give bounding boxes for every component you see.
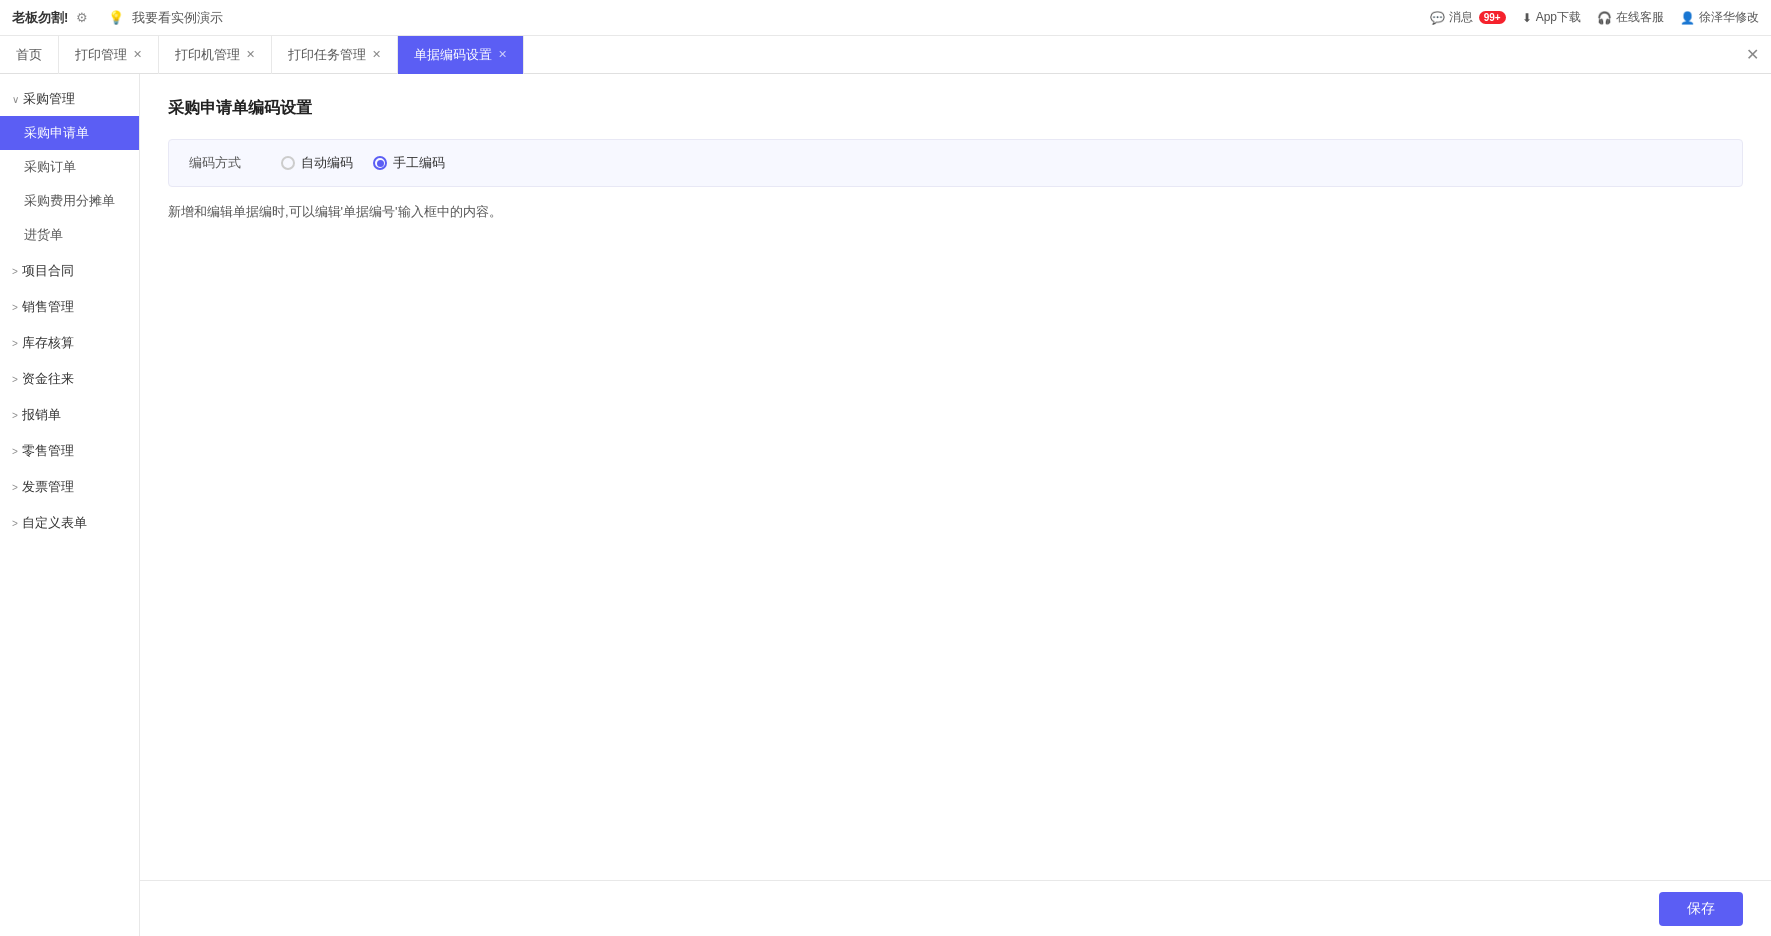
app-download-nav[interactable]: ⬇ App下载 — [1522, 9, 1581, 26]
sidebar-group-expense-title[interactable]: > 报销单 — [0, 398, 139, 432]
expense-group-label: 报销单 — [22, 406, 61, 424]
sales-group-arrow: > — [12, 302, 18, 313]
message-label: 消息 — [1449, 9, 1473, 26]
radio-auto-circle — [281, 156, 295, 170]
finance-group-label: 资金往来 — [22, 370, 74, 388]
invoice-group-arrow: > — [12, 482, 18, 493]
tab-home[interactable]: 首页 — [0, 36, 59, 74]
demo-icon: 💡 — [108, 10, 124, 25]
user-avatar-icon: 👤 — [1680, 11, 1695, 25]
sidebar-group-finance-title[interactable]: > 资金往来 — [0, 362, 139, 396]
radio-auto-encode[interactable]: 自动编码 — [281, 154, 353, 172]
hint-text: 新增和编辑单据编时,可以编辑'单据编号'输入框中的内容。 — [168, 203, 1743, 221]
message-icon: 💬 — [1430, 11, 1445, 25]
tab-print-management[interactable]: 打印管理 ✕ — [59, 36, 159, 74]
sidebar-group-purchase: ∨ 采购管理 采购申请单 采购订单 采购费用分摊单 进货单 — [0, 82, 139, 252]
online-service-nav[interactable]: 🎧 在线客服 — [1597, 9, 1664, 26]
tab-printer-management-label: 打印机管理 — [175, 46, 240, 64]
radio-manual-label: 手工编码 — [393, 154, 445, 172]
sidebar-group-purchase-title[interactable]: ∨ 采购管理 — [0, 82, 139, 116]
sidebar-group-expense: > 报销单 — [0, 398, 139, 432]
sidebar-item-purchase-order[interactable]: 采购订单 — [0, 150, 139, 184]
app-icon: ⬇ — [1522, 11, 1532, 25]
tab-encode-settings[interactable]: 单据编码设置 ✕ — [398, 36, 524, 74]
expense-group-arrow: > — [12, 410, 18, 421]
demo-text[interactable]: 我要看实例演示 — [132, 9, 223, 27]
sidebar-group-project-title[interactable]: > 项目合同 — [0, 254, 139, 288]
app-label: App下载 — [1536, 9, 1581, 26]
tab-home-label: 首页 — [16, 46, 42, 64]
retail-group-arrow: > — [12, 446, 18, 457]
sidebar-group-retail: > 零售管理 — [0, 434, 139, 468]
settings-icon[interactable]: ⚙ — [76, 10, 88, 25]
tab-print-task-close[interactable]: ✕ — [372, 48, 381, 61]
sidebar-group-inventory-title[interactable]: > 库存核算 — [0, 326, 139, 360]
content-footer: 保存 — [140, 880, 1771, 936]
tab-encode-settings-close[interactable]: ✕ — [498, 48, 507, 61]
sidebar-group-project: > 项目合同 — [0, 254, 139, 288]
tab-print-task-label: 打印任务管理 — [288, 46, 366, 64]
content-area: 采购申请单编码设置 编码方式 自动编码 手工编码 — [140, 74, 1771, 936]
save-button[interactable]: 保存 — [1659, 892, 1743, 926]
retail-group-label: 零售管理 — [22, 442, 74, 460]
encode-label: 编码方式 — [189, 154, 249, 172]
page-title: 采购申请单编码设置 — [168, 98, 1743, 119]
tab-encode-settings-label: 单据编码设置 — [414, 46, 492, 64]
user-nav[interactable]: 👤 徐泽华修改 — [1680, 9, 1759, 26]
tab-print-management-label: 打印管理 — [75, 46, 127, 64]
sidebar-group-custom: > 自定义表单 — [0, 506, 139, 540]
sidebar-group-sales-title[interactable]: > 销售管理 — [0, 290, 139, 324]
sidebar-group-inventory: > 库存核算 — [0, 326, 139, 360]
message-nav[interactable]: 💬 消息 99+ — [1430, 9, 1506, 26]
main-layout: ∨ 采购管理 采购申请单 采购订单 采购费用分摊单 进货单 > 项目合同 > 销… — [0, 74, 1771, 936]
purchase-group-arrow: ∨ — [12, 94, 19, 105]
sales-group-label: 销售管理 — [22, 298, 74, 316]
sidebar-group-invoice: > 发票管理 — [0, 470, 139, 504]
sidebar-group-sales: > 销售管理 — [0, 290, 139, 324]
tab-printer-management-close[interactable]: ✕ — [246, 48, 255, 61]
inventory-group-arrow: > — [12, 338, 18, 349]
project-group-label: 项目合同 — [22, 262, 74, 280]
logo-text: 老板勿割! — [12, 9, 68, 27]
custom-group-label: 自定义表单 — [22, 514, 87, 532]
top-bar: 老板勿割! ⚙ 💡 我要看实例演示 💬 消息 99+ ⬇ App下载 🎧 在线客… — [0, 0, 1771, 36]
radio-manual-circle — [373, 156, 387, 170]
custom-group-arrow: > — [12, 518, 18, 529]
encode-row: 编码方式 自动编码 手工编码 — [189, 154, 1722, 172]
service-label: 在线客服 — [1616, 9, 1664, 26]
finance-group-arrow: > — [12, 374, 18, 385]
tab-bar-close-icon[interactable]: ✕ — [1746, 45, 1759, 64]
sidebar-group-finance: > 资金往来 — [0, 362, 139, 396]
purchase-group-label: 采购管理 — [23, 90, 75, 108]
project-group-arrow: > — [12, 266, 18, 277]
service-icon: 🎧 — [1597, 11, 1612, 25]
sidebar-item-purchase-request[interactable]: 采购申请单 — [0, 116, 139, 150]
radio-auto-label: 自动编码 — [301, 154, 353, 172]
tab-print-task[interactable]: 打印任务管理 ✕ — [272, 36, 398, 74]
top-bar-left: 老板勿割! ⚙ 💡 我要看实例演示 — [12, 9, 223, 27]
sidebar-group-invoice-title[interactable]: > 发票管理 — [0, 470, 139, 504]
content-inner: 采购申请单编码设置 编码方式 自动编码 手工编码 — [140, 74, 1771, 880]
message-badge: 99+ — [1479, 11, 1506, 24]
user-name: 徐泽华修改 — [1699, 9, 1759, 26]
sidebar-group-retail-title[interactable]: > 零售管理 — [0, 434, 139, 468]
radio-group: 自动编码 手工编码 — [281, 154, 445, 172]
tab-printer-management[interactable]: 打印机管理 ✕ — [159, 36, 272, 74]
radio-manual-encode[interactable]: 手工编码 — [373, 154, 445, 172]
tab-print-management-close[interactable]: ✕ — [133, 48, 142, 61]
top-bar-right: 💬 消息 99+ ⬇ App下载 🎧 在线客服 👤 徐泽华修改 — [1430, 9, 1759, 26]
tab-bar: 首页 打印管理 ✕ 打印机管理 ✕ 打印任务管理 ✕ 单据编码设置 ✕ ✕ — [0, 36, 1771, 74]
sidebar-group-custom-title[interactable]: > 自定义表单 — [0, 506, 139, 540]
sidebar-item-purchase-expense[interactable]: 采购费用分摊单 — [0, 184, 139, 218]
encode-section: 编码方式 自动编码 手工编码 — [168, 139, 1743, 187]
sidebar: ∨ 采购管理 采购申请单 采购订单 采购费用分摊单 进货单 > 项目合同 > 销… — [0, 74, 140, 936]
invoice-group-label: 发票管理 — [22, 478, 74, 496]
sidebar-item-purchase-receipt[interactable]: 进货单 — [0, 218, 139, 252]
inventory-group-label: 库存核算 — [22, 334, 74, 352]
